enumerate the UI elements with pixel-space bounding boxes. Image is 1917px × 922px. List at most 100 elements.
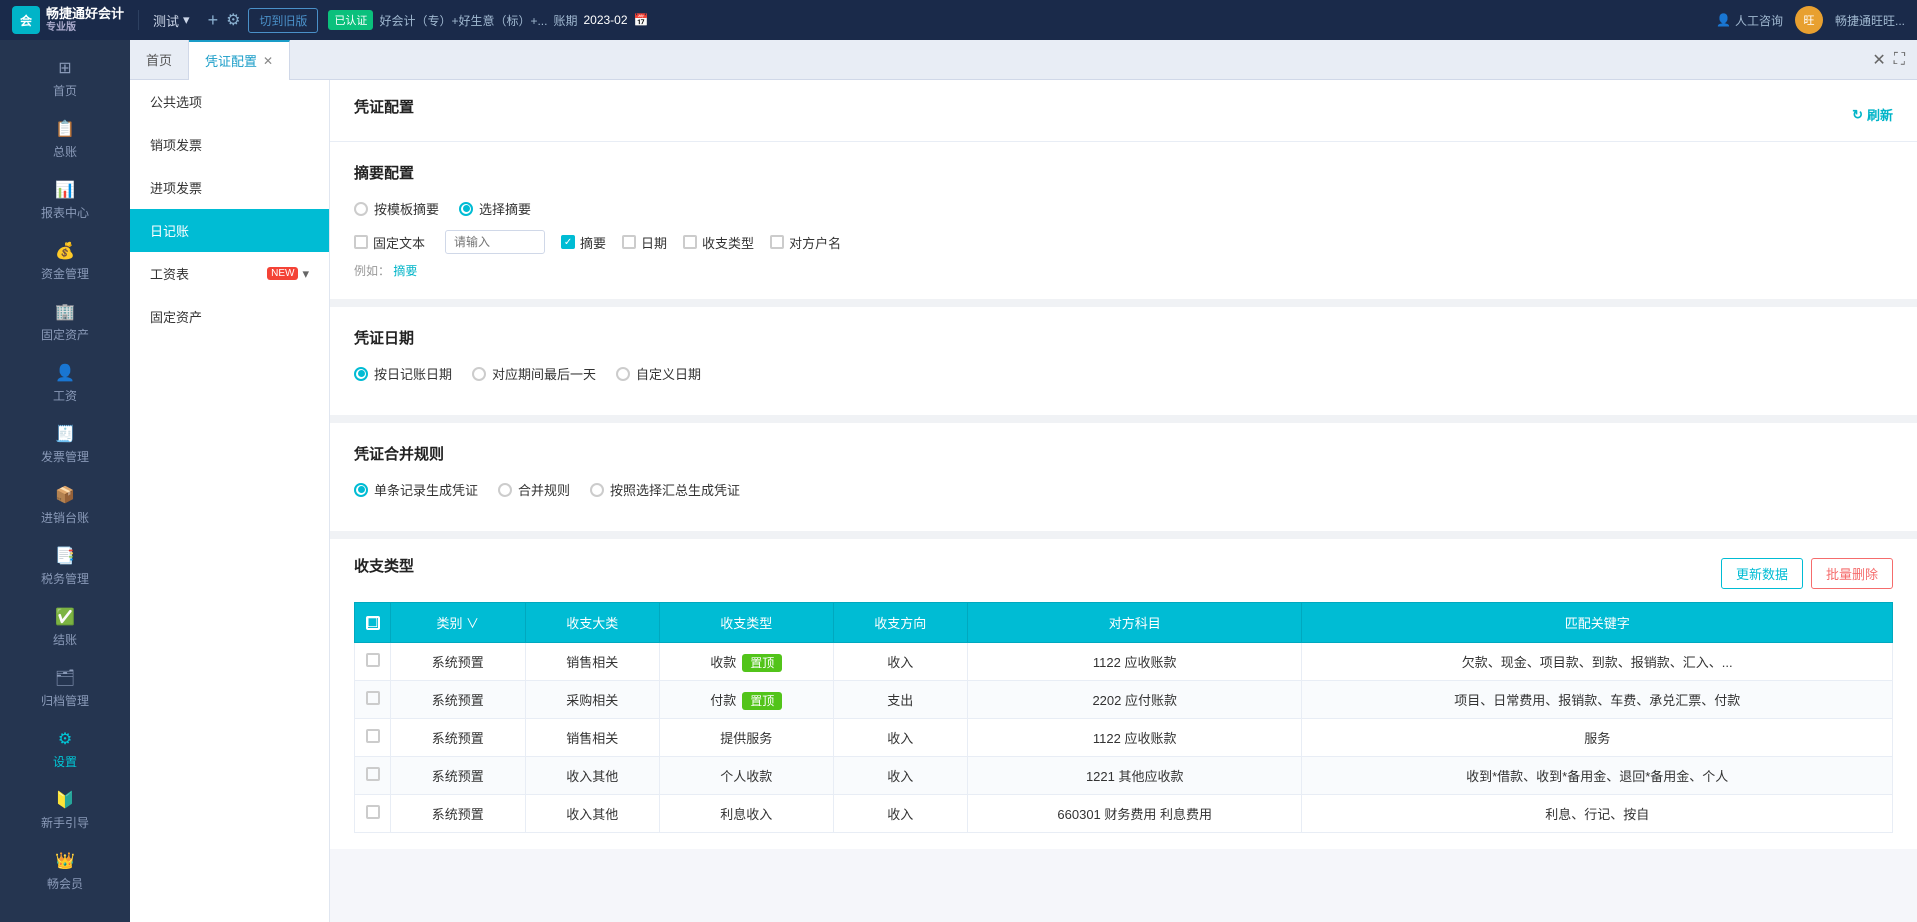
tab-home-label: 首页 [146, 50, 172, 69]
td-select[interactable] [355, 643, 391, 681]
checkbox-income-expense-type[interactable]: 收支类型 [683, 233, 754, 252]
left-nav-label: 固定资产 [150, 307, 202, 326]
checkbox-date[interactable]: 日期 [622, 233, 667, 252]
th-main-type: 收支大类 [525, 603, 660, 643]
select-all-checkbox[interactable]: ☐ [366, 616, 380, 630]
sidebar-item-report[interactable]: 📊 报表中心 [0, 170, 130, 231]
avatar[interactable]: 旺 [1795, 6, 1823, 34]
row-checkbox[interactable] [366, 767, 380, 781]
fixed-text-input[interactable] [445, 230, 545, 254]
sidebar-item-tax[interactable]: 📑 税务管理 [0, 536, 130, 597]
status-items: 好会计（专）+好生意（标）+... [379, 12, 547, 29]
summary-title: 摘要配置 [354, 162, 1893, 183]
consult-label[interactable]: 👤 人工咨询 [1716, 12, 1783, 29]
left-nav-label: 销项发票 [150, 135, 202, 154]
reset-tag[interactable]: 置顶 [742, 654, 782, 672]
switch-version-button[interactable]: 切到旧版 [248, 8, 318, 33]
td-keywords: 收到*借款、收到*备用金、退回*备用金、个人 [1302, 757, 1893, 795]
td-counter-account: 1122 应收账款 [968, 719, 1302, 757]
example-prefix: 例如： [354, 264, 390, 278]
row-checkbox[interactable] [366, 691, 380, 705]
radio-merge-rule[interactable]: 合并规则 [498, 480, 570, 499]
checkbox-box [683, 235, 697, 249]
chevron-right-icon: ▾ [302, 266, 309, 282]
radio-template-summary[interactable]: 按模板摘要 [354, 199, 439, 218]
sidebar-item-settings[interactable]: ⚙ 设置 [0, 719, 130, 780]
sidebar-item-label: 归档管理 [41, 692, 89, 709]
th-select[interactable]: ☐ [355, 603, 391, 643]
left-nav-item-public[interactable]: 公共选项 [130, 80, 329, 123]
radio-summary-generate[interactable]: 按照选择汇总生成凭证 [590, 480, 740, 499]
table-header: ☐ 类别 ∨ 收支大类 收支类型 收支方向 对方科目 匹配关键字 [355, 603, 1893, 643]
sidebar-item-sales[interactable]: 📦 进销台账 [0, 475, 130, 536]
merge-section: 凭证合并规则 单条记录生成凭证 合并规则 按照选择汇总生成凭证 [330, 423, 1917, 539]
left-nav-label: 进项发票 [150, 178, 202, 197]
row-checkbox[interactable] [366, 653, 380, 667]
sidebar-item-home[interactable]: ⊞ 首页 [0, 48, 130, 109]
checkbox-label: 对方户名 [789, 233, 841, 252]
settings-nav-icon: ⚙ [58, 729, 72, 749]
radio-custom-date[interactable]: 自定义日期 [616, 364, 701, 383]
radio-select-summary[interactable]: 选择摘要 [459, 199, 531, 218]
th-category[interactable]: 类别 ∨ [391, 603, 526, 643]
left-nav-item-fixed-asset[interactable]: 固定资产 [130, 295, 329, 338]
settlement-icon: ✅ [55, 607, 75, 627]
refresh-button[interactable]: ↻ 刷新 [1852, 105, 1893, 124]
td-counter-account: 660301 财务费用 利息费用 [968, 795, 1302, 833]
workspace-dropdown[interactable]: 测试 ▾ [153, 11, 190, 30]
left-nav-item-sales-invoice[interactable]: 销项发票 [130, 123, 329, 166]
checkbox-counter-name[interactable]: 对方户名 [770, 233, 841, 252]
expand-window-icon[interactable]: ⛶ [1894, 51, 1905, 69]
sidebar-item-archive[interactable]: 🗂 归档管理 [0, 658, 130, 719]
radio-period-last-day[interactable]: 对应期间最后一天 [472, 364, 596, 383]
left-nav-item-journal[interactable]: 日记账 [130, 209, 329, 252]
sidebar-item-label: 固定资产 [41, 326, 89, 343]
calendar-icon[interactable]: 📅 [634, 13, 649, 27]
add-icon[interactable]: + [208, 10, 219, 31]
sidebar-item-finance[interactable]: 💰 资金管理 [0, 231, 130, 292]
table-row: 系统预置 收入其他 个人收款 收入 1221 其他应收款 收到*借款、收到*备用… [355, 757, 1893, 795]
update-data-button[interactable]: 更新数据 [1721, 558, 1803, 589]
settings-icon[interactable]: ⚙ [226, 10, 240, 30]
date-radio-group: 按日记账日期 对应期间最后一天 自定义日期 [354, 364, 1893, 383]
certified-status: 已认证 [328, 10, 373, 30]
row-checkbox[interactable] [366, 729, 380, 743]
sidebar-item-invoice-mgmt[interactable]: 🧾 发票管理 [0, 414, 130, 475]
sidebar-item-label: 新手引导 [41, 814, 89, 831]
sidebar-item-ledger[interactable]: 📋 总账 [0, 109, 130, 170]
radio-circle [472, 367, 486, 381]
radio-circle-checked [354, 483, 368, 497]
row-checkbox[interactable] [366, 805, 380, 819]
td-select[interactable] [355, 681, 391, 719]
top-bar-divider [138, 10, 139, 30]
radio-journal-date[interactable]: 按日记账日期 [354, 364, 452, 383]
panel-header: 凭证配置 ↻ 刷新 [330, 80, 1917, 142]
th-keywords: 匹配关键字 [1302, 603, 1893, 643]
td-select[interactable] [355, 795, 391, 833]
reset-tag[interactable]: 置顶 [742, 692, 782, 710]
left-nav-item-payroll[interactable]: 工资表 NEW ▾ [130, 252, 329, 295]
sidebar-item-guide[interactable]: 🔰 新手引导 [0, 780, 130, 841]
td-category: 系统预置 [391, 643, 526, 681]
tab-home[interactable]: 首页 [130, 40, 189, 80]
sidebar-item-asset[interactable]: 🏢 固定资产 [0, 292, 130, 353]
top-bar-actions: + ⚙ 切到旧版 [208, 8, 319, 33]
left-nav-item-purchase-invoice[interactable]: 进项发票 [130, 166, 329, 209]
tab-voucher-config[interactable]: 凭证配置 ✕ [189, 40, 290, 80]
td-select[interactable] [355, 719, 391, 757]
sidebar-item-member[interactable]: 👑 畅会员 [0, 841, 130, 902]
radio-circle [354, 202, 368, 216]
sidebar-item-label: 首页 [53, 82, 77, 99]
checkbox-summary[interactable]: ✓ 摘要 [561, 233, 606, 252]
batch-delete-button[interactable]: 批量删除 [1811, 558, 1893, 589]
tab-bar-right: ✕ ⛶ [1872, 50, 1917, 70]
td-counter-account: 1221 其他应收款 [968, 757, 1302, 795]
sidebar-item-settlement[interactable]: ✅ 结账 [0, 597, 130, 658]
summary-section: 摘要配置 按模板摘要 选择摘要 [330, 142, 1917, 307]
radio-single-record[interactable]: 单条记录生成凭证 [354, 480, 478, 499]
close-window-icon[interactable]: ✕ [1872, 50, 1885, 70]
checkbox-fixed-text[interactable]: 固定文本 [354, 233, 425, 252]
tab-close-icon[interactable]: ✕ [263, 54, 273, 68]
sidebar-item-salary[interactable]: 👤 工资 [0, 353, 130, 414]
td-select[interactable] [355, 757, 391, 795]
